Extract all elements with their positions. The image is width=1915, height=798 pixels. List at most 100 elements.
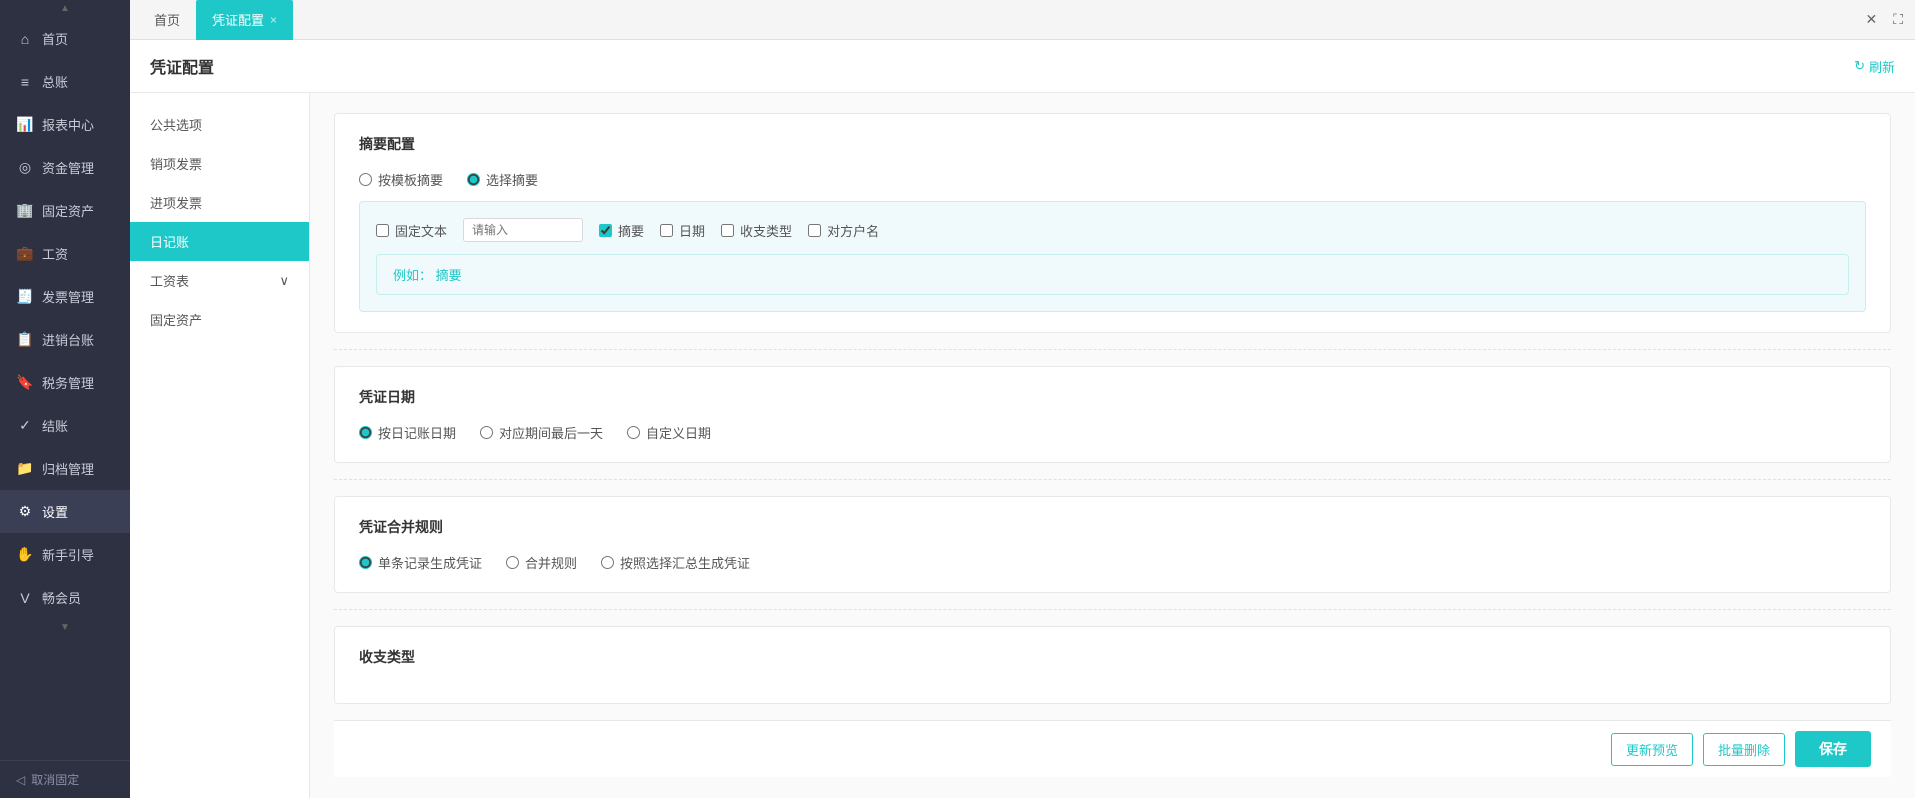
invoice-mgmt-icon: 🧾 <box>16 288 34 305</box>
radio-template-input[interactable] <box>359 173 372 186</box>
nav-item-sales-invoice[interactable]: 销项发票 <box>130 144 309 183</box>
radio-last-day-input[interactable] <box>480 426 493 439</box>
sidebar-item-ledger[interactable]: ≡ 总账 <box>0 60 130 103</box>
sidebar-item-settings[interactable]: ⚙ 设置 <box>0 490 130 533</box>
reports-icon: 📊 <box>16 116 34 133</box>
nav-item-label: 固定资产 <box>150 310 202 329</box>
tab-home-label: 首页 <box>154 10 180 29</box>
checkbox-counterparty[interactable]: 对方户名 <box>808 221 879 240</box>
sidebar-item-home[interactable]: ⌂ 首页 <box>0 17 130 60</box>
chevron-down-icon: ∨ <box>279 273 289 289</box>
radio-merge-rule[interactable]: 合并规则 <box>506 553 577 572</box>
radio-template-summary[interactable]: 按模板摘要 <box>359 170 443 189</box>
checkbox-date-input[interactable] <box>660 224 673 237</box>
radio-custom-date-input[interactable] <box>627 426 640 439</box>
sidebar-item-guide[interactable]: ✋ 新手引导 <box>0 533 130 576</box>
tab-bar: 首页 凭证配置 × ✕ ⛶ <box>130 0 1915 40</box>
nav-item-label: 日记账 <box>150 232 189 251</box>
checkbox-counterparty-input[interactable] <box>808 224 821 237</box>
radio-last-day-label: 对应期间最后一天 <box>499 423 603 442</box>
radio-template-label: 按模板摘要 <box>378 170 443 189</box>
nav-item-journal[interactable]: 日记账 <box>130 222 309 261</box>
divider-3 <box>334 609 1891 610</box>
nav-item-label: 工资表 <box>150 271 189 290</box>
radio-select-merge-label: 按照选择汇总生成凭证 <box>620 553 750 572</box>
settings-icon: ⚙ <box>16 503 34 520</box>
sidebar-item-fixed-assets[interactable]: 🏢 固定资产 <box>0 189 130 232</box>
sidebar-item-closing[interactable]: ✓ 结账 <box>0 404 130 447</box>
page-title: 凭证配置 <box>150 54 214 78</box>
sidebar-item-purchase-sales[interactable]: 📋 进销台账 <box>0 318 130 361</box>
batch-delete-button[interactable]: 批量删除 <box>1703 733 1785 766</box>
page-header: 凭证配置 ↻ 刷新 <box>130 40 1915 93</box>
nav-item-salary-sheet[interactable]: 工资表 ∨ <box>130 261 309 300</box>
merge-config-section: 凭证合并规则 单条记录生成凭证 合并规则 按照选择汇总生成凭证 <box>334 496 1891 593</box>
radio-journal-date-label: 按日记账日期 <box>378 423 456 442</box>
checkbox-fixed-text[interactable]: 固定文本 <box>376 221 447 240</box>
cancel-fixed-button[interactable]: ◁ 取消固定 <box>0 760 130 798</box>
date-config-section: 凭证日期 按日记账日期 对应期间最后一天 自定义日期 <box>334 366 1891 463</box>
update-preview-button[interactable]: 更新预览 <box>1611 733 1693 766</box>
tab-voucher-config[interactable]: 凭证配置 × <box>196 0 293 40</box>
sidebar-item-label: 报表中心 <box>42 115 94 134</box>
radio-select-input[interactable] <box>467 173 480 186</box>
summary-radio-group: 按模板摘要 选择摘要 <box>359 170 1866 189</box>
radio-custom-date[interactable]: 自定义日期 <box>627 423 711 442</box>
tab-close-icon[interactable]: × <box>270 13 277 27</box>
sidebar-item-archive[interactable]: 📁 归档管理 <box>0 447 130 490</box>
checkbox-income-type-input[interactable] <box>721 224 734 237</box>
merge-section-title: 凭证合并规则 <box>359 517 1866 537</box>
checkbox-fixed-text-input[interactable] <box>376 224 389 237</box>
salary-icon: 💼 <box>16 245 34 262</box>
radio-select-merge[interactable]: 按照选择汇总生成凭证 <box>601 553 750 572</box>
preview-text: 例如： 摘要 <box>393 268 462 283</box>
save-button[interactable]: 保存 <box>1795 731 1871 767</box>
checkbox-income-type-label: 收支类型 <box>740 221 792 240</box>
checkbox-date[interactable]: 日期 <box>660 221 705 240</box>
nav-item-label: 进项发票 <box>150 193 202 212</box>
nav-item-fixed-asset[interactable]: 固定资产 <box>130 300 309 339</box>
radio-merge-rule-input[interactable] <box>506 556 519 569</box>
sidebar-scroll-up[interactable]: ▲ <box>0 0 130 17</box>
sidebar-item-funds[interactable]: ◎ 资金管理 <box>0 146 130 189</box>
sidebar-item-vip[interactable]: V 畅会员 <box>0 576 130 619</box>
tab-home[interactable]: 首页 <box>138 0 196 40</box>
sidebar-item-label: 资金管理 <box>42 158 94 177</box>
window-maximize-button[interactable]: ⛶ <box>1889 7 1907 32</box>
summary-config-section: 摘要配置 按模板摘要 选择摘要 固定文本 <box>334 113 1891 333</box>
radio-last-day[interactable]: 对应期间最后一天 <box>480 423 603 442</box>
sidebar-item-salary[interactable]: 💼 工资 <box>0 232 130 275</box>
bottom-action-bar: 更新预览 批量删除 保存 <box>334 720 1891 777</box>
window-close-button[interactable]: ✕ <box>1861 7 1881 32</box>
tab-voucher-config-label: 凭证配置 <box>212 10 264 29</box>
radio-select-summary[interactable]: 选择摘要 <box>467 170 538 189</box>
sidebar-item-label: 发票管理 <box>42 287 94 306</box>
checkbox-summary-input[interactable] <box>599 224 612 237</box>
purchase-sales-icon: 📋 <box>16 331 34 348</box>
nav-item-purchase-invoice[interactable]: 进项发票 <box>130 183 309 222</box>
left-nav: 公共选项 销项发票 进项发票 日记账 工资表 ∨ 固定资产 <box>130 93 310 798</box>
refresh-button[interactable]: ↻ 刷新 <box>1854 57 1895 76</box>
radio-select-merge-input[interactable] <box>601 556 614 569</box>
radio-single-input[interactable] <box>359 556 372 569</box>
sidebar-scroll-down[interactable]: ▼ <box>0 619 130 636</box>
sidebar-item-reports[interactable]: 📊 报表中心 <box>0 103 130 146</box>
checkbox-income-type[interactable]: 收支类型 <box>721 221 792 240</box>
radio-journal-date[interactable]: 按日记账日期 <box>359 423 456 442</box>
sidebar-item-label: 归档管理 <box>42 459 94 478</box>
radio-single-label: 单条记录生成凭证 <box>378 553 482 572</box>
sidebar-item-invoice-mgmt[interactable]: 🧾 发票管理 <box>0 275 130 318</box>
radio-journal-date-input[interactable] <box>359 426 372 439</box>
checkbox-summary[interactable]: 摘要 <box>599 221 644 240</box>
fixed-text-input[interactable] <box>463 218 583 242</box>
sidebar-item-tax-mgmt[interactable]: 🔖 税务管理 <box>0 361 130 404</box>
nav-item-public[interactable]: 公共选项 <box>130 105 309 144</box>
checkbox-row: 固定文本 摘要 日期 收支类型 <box>376 218 1849 242</box>
radio-custom-date-label: 自定义日期 <box>646 423 711 442</box>
radio-select-label: 选择摘要 <box>486 170 538 189</box>
radio-single[interactable]: 单条记录生成凭证 <box>359 553 482 572</box>
checkbox-date-label: 日期 <box>679 221 705 240</box>
date-section-title: 凭证日期 <box>359 387 1866 407</box>
tab-bar-actions: ✕ ⛶ <box>1861 7 1907 32</box>
sidebar-item-label: 新手引导 <box>42 545 94 564</box>
